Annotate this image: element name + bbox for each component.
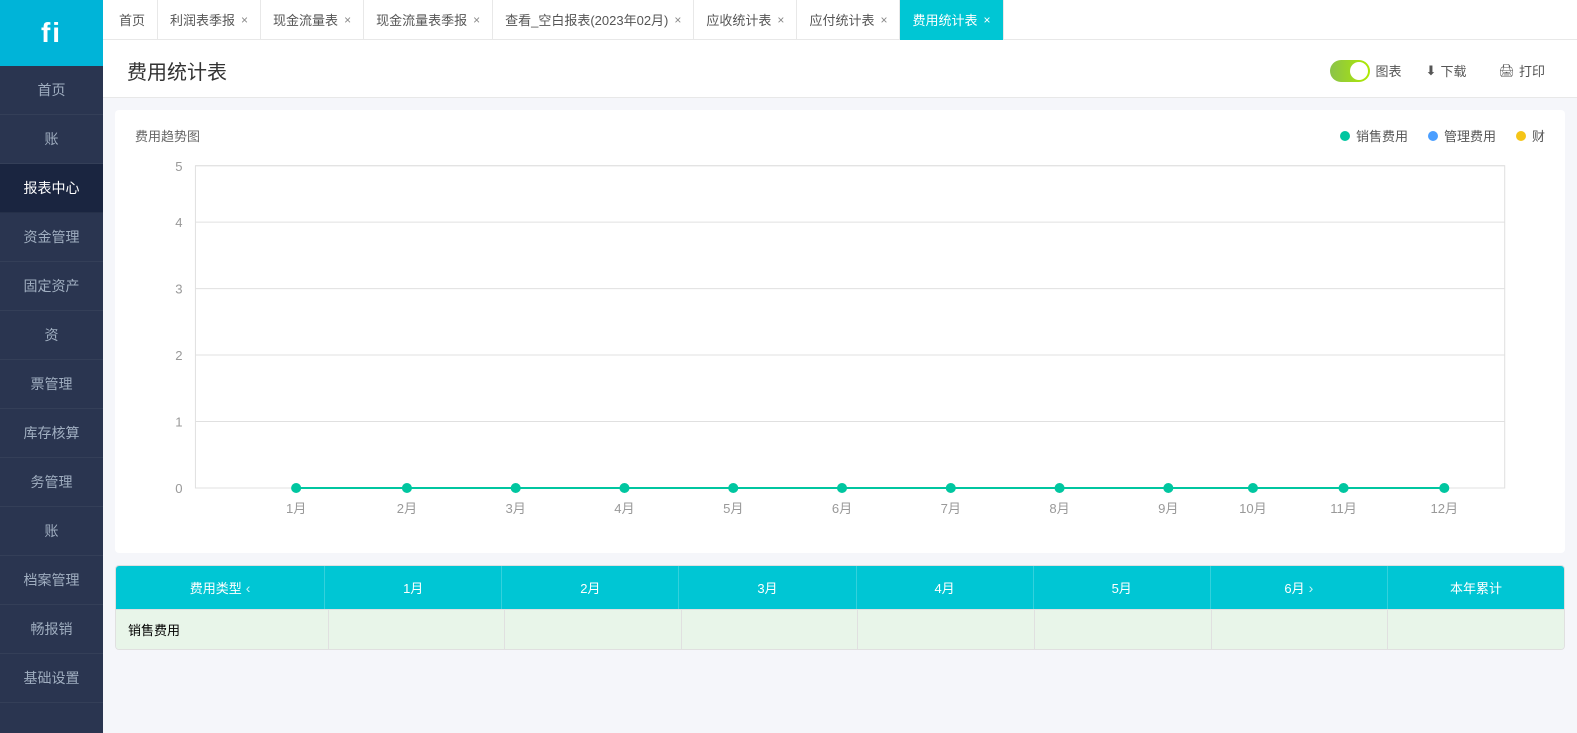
legend-dot-admin — [1428, 131, 1438, 141]
svg-text:2: 2 — [175, 348, 182, 363]
table-row: 销售费用 — [116, 609, 1564, 649]
tab-payable[interactable]: 应付统计表 × — [797, 0, 900, 40]
chart-toggle-label: 图表 — [1376, 61, 1402, 80]
chart-container: 费用趋势图 销售费用 管理费用 财 — [115, 110, 1565, 553]
td-m3 — [682, 610, 859, 649]
sidebar-item-service[interactable]: 务管理 — [0, 458, 103, 507]
th-m3: 3月 — [679, 566, 856, 609]
svg-text:10月: 10月 — [1239, 501, 1267, 516]
th-m4: 4月 — [857, 566, 1034, 609]
chart-legend: 销售费用 管理费用 财 — [1340, 126, 1545, 145]
close-tab-7[interactable]: × — [983, 13, 990, 27]
print-button[interactable]: 🖨 打印 — [1490, 57, 1553, 84]
svg-text:3: 3 — [175, 282, 182, 297]
th-m5: 5月 — [1034, 566, 1211, 609]
th-m1: 1月 — [325, 566, 502, 609]
svg-text:3月: 3月 — [506, 501, 526, 516]
th-total: 本年累计 — [1388, 566, 1564, 609]
tab-profit-quarterly[interactable]: 利润表季报 × — [158, 0, 261, 40]
download-button[interactable]: ⬇ 下载 — [1418, 57, 1475, 84]
download-icon: ⬇ — [1426, 63, 1437, 79]
chart-toggle[interactable] — [1330, 60, 1370, 82]
nav-prev-arrow[interactable]: ‹ — [246, 580, 251, 596]
close-tab-6[interactable]: × — [880, 13, 887, 27]
legend-label-sales: 销售费用 — [1356, 126, 1408, 145]
expense-table: 费用类型 ‹ 1月 2月 3月 4月 5月 6月 › 本年累计 销售费用 — [115, 565, 1565, 650]
sidebar-item-archive[interactable]: 档案管理 — [0, 556, 103, 605]
th-m6: 6月 › — [1211, 566, 1388, 609]
close-tab-4[interactable]: × — [674, 13, 681, 27]
svg-text:7月: 7月 — [941, 501, 961, 516]
svg-text:11月: 11月 — [1330, 501, 1357, 516]
tab-cashflow[interactable]: 现金流量表 × — [261, 0, 364, 40]
td-m2 — [505, 610, 682, 649]
legend-label-finance: 财 — [1532, 126, 1545, 145]
tab-cashflow-quarterly[interactable]: 现金流量表季报 × — [364, 0, 493, 40]
legend-admin: 管理费用 — [1428, 126, 1496, 145]
close-tab-2[interactable]: × — [344, 13, 351, 27]
legend-dot-sales — [1340, 131, 1350, 141]
chart-title: 费用趋势图 — [135, 126, 200, 145]
svg-text:12月: 12月 — [1430, 501, 1458, 516]
sidebar-item-ledger[interactable]: 账 — [0, 507, 103, 556]
td-type: 销售费用 — [116, 610, 329, 649]
legend-sales: 销售费用 — [1340, 126, 1408, 145]
close-tab-5[interactable]: × — [777, 13, 784, 27]
sidebar-item-home[interactable]: 首页 — [0, 66, 103, 115]
nav-next-arrow[interactable]: › — [1309, 580, 1314, 596]
page-title: 费用统计表 — [127, 56, 227, 85]
sidebar-item-inventory[interactable]: 库存核算 — [0, 409, 103, 458]
sidebar-item-funds[interactable]: 资金管理 — [0, 213, 103, 262]
th-type: 费用类型 ‹ — [116, 566, 325, 609]
svg-text:5月: 5月 — [723, 501, 743, 516]
legend-dot-finance — [1516, 131, 1526, 141]
svg-text:1: 1 — [175, 415, 182, 430]
line-chart-svg: 0 1 2 3 4 5 1月 2月 — [135, 157, 1545, 537]
app-logo: fi — [0, 0, 103, 66]
page-header: 费用统计表 图表 ⬇ 下载 🖨 打印 — [103, 40, 1577, 98]
tab-blank-report[interactable]: 查看_空白报表(2023年02月) × — [493, 0, 694, 40]
sidebar-item-reports[interactable]: 报表中心 — [0, 164, 103, 213]
sidebar-item-bills[interactable]: 票管理 — [0, 360, 103, 409]
svg-text:6月: 6月 — [832, 501, 852, 516]
legend-finance: 财 — [1516, 126, 1545, 145]
legend-label-admin: 管理费用 — [1444, 126, 1496, 145]
chart-toggle-wrap: 图表 — [1330, 60, 1402, 82]
svg-text:8月: 8月 — [1049, 501, 1069, 516]
sidebar: fi 首页 账 报表中心 资金管理 固定资产 资 票管理 库存核算 务管理 账 … — [0, 0, 103, 733]
sidebar-item-expense[interactable]: 畅报销 — [0, 605, 103, 654]
svg-text:4月: 4月 — [614, 501, 634, 516]
td-m5 — [1035, 610, 1212, 649]
sidebar-item-account[interactable]: 账 — [0, 115, 103, 164]
td-m1 — [329, 610, 506, 649]
td-total — [1388, 610, 1564, 649]
table-header-row: 费用类型 ‹ 1月 2月 3月 4月 5月 6月 › 本年累计 — [116, 566, 1564, 609]
chart-header: 费用趋势图 销售费用 管理费用 财 — [135, 126, 1545, 145]
sidebar-item-settings[interactable]: 基础设置 — [0, 654, 103, 703]
sidebar-item-capital[interactable]: 资 — [0, 311, 103, 360]
main-area: 首页 利润表季报 × 现金流量表 × 现金流量表季报 × 查看_空白报表(202… — [103, 0, 1577, 733]
tab-expense-stats[interactable]: 费用统计表 × — [900, 0, 1003, 40]
tab-bar: 首页 利润表季报 × 现金流量表 × 现金流量表季报 × 查看_空白报表(202… — [103, 0, 1577, 40]
close-tab-3[interactable]: × — [473, 13, 480, 27]
svg-text:4: 4 — [175, 215, 182, 230]
sidebar-item-assets[interactable]: 固定资产 — [0, 262, 103, 311]
print-icon: 🖨 — [1498, 63, 1515, 79]
svg-text:2月: 2月 — [397, 501, 417, 516]
tab-receivable[interactable]: 应收统计表 × — [694, 0, 797, 40]
content-area: 费用统计表 图表 ⬇ 下载 🖨 打印 费用趋势图 — [103, 40, 1577, 733]
chart-svg-area: 0 1 2 3 4 5 1月 2月 — [135, 157, 1545, 537]
td-m6 — [1212, 610, 1389, 649]
tab-home[interactable]: 首页 — [107, 0, 158, 40]
svg-text:0: 0 — [175, 481, 182, 496]
close-tab-1[interactable]: × — [241, 13, 248, 27]
header-actions: 图表 ⬇ 下载 🖨 打印 — [1330, 57, 1553, 84]
td-m4 — [858, 610, 1035, 649]
th-m2: 2月 — [502, 566, 679, 609]
svg-text:1月: 1月 — [286, 501, 306, 516]
svg-text:5: 5 — [175, 159, 182, 174]
svg-text:9月: 9月 — [1158, 501, 1178, 516]
